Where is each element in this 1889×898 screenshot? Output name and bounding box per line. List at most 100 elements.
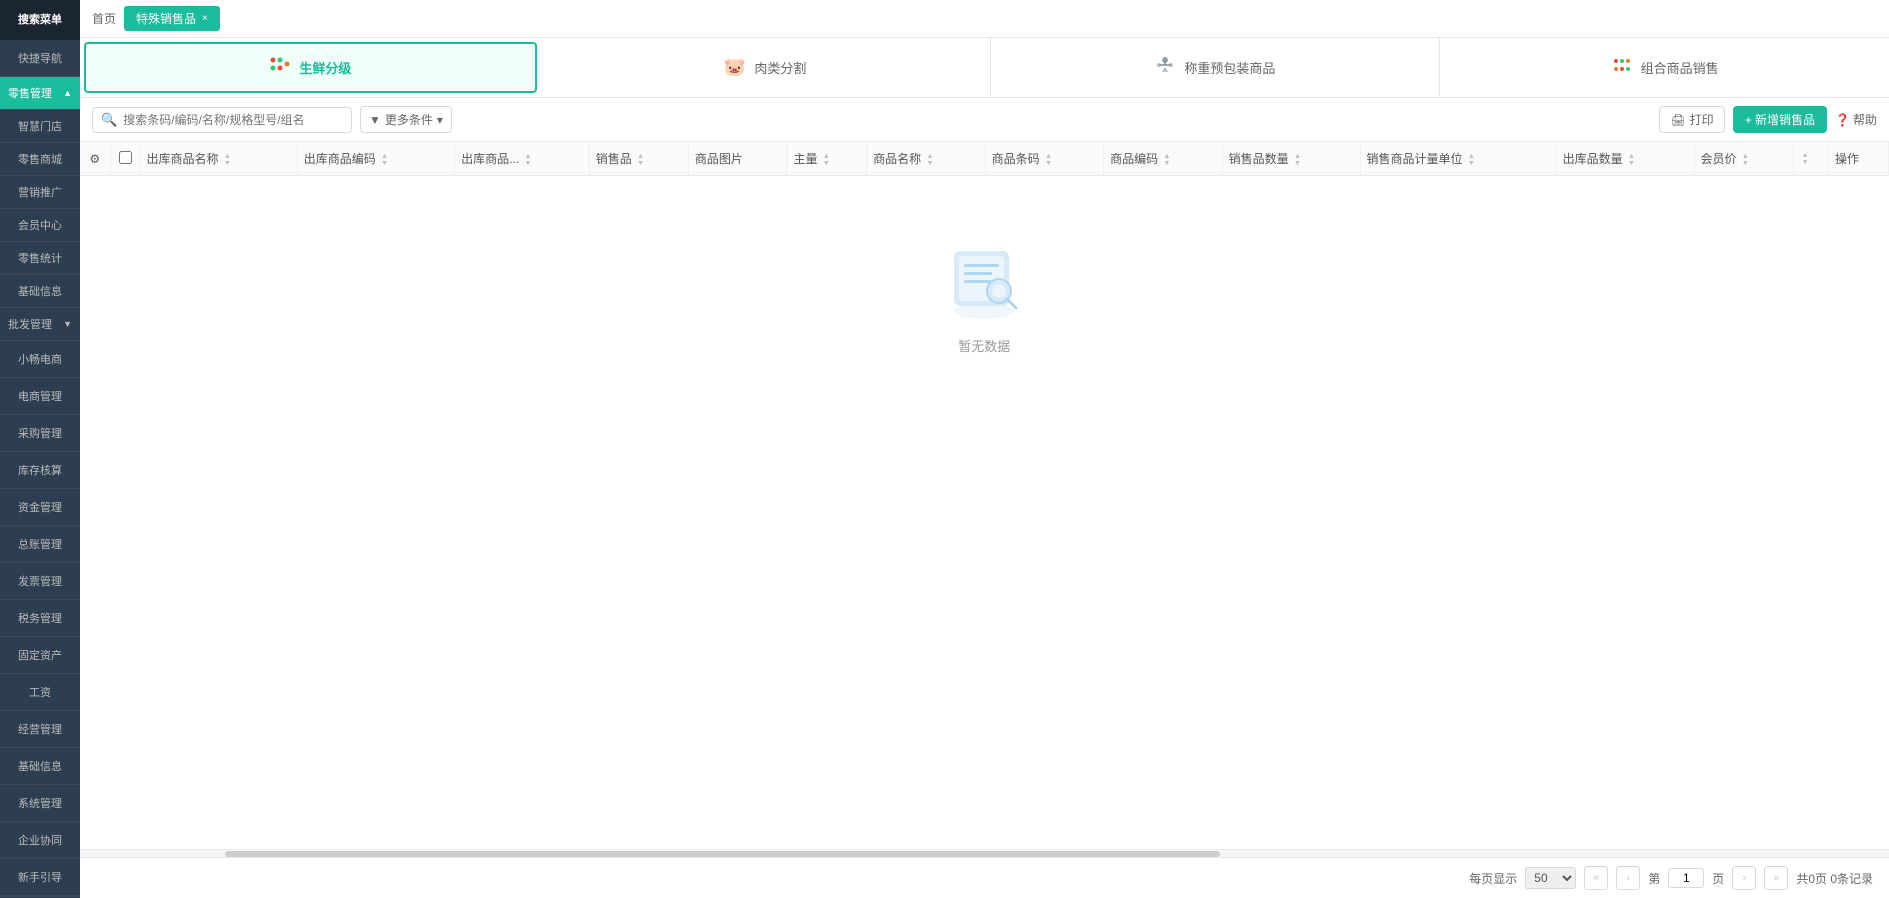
column-gear[interactable]: ⚙ xyxy=(80,142,110,176)
column-extra[interactable]: ▲▼ xyxy=(1793,142,1828,176)
chevron-down-icon: ▼ xyxy=(63,319,72,329)
search-icon: 🔍 xyxy=(101,112,117,128)
sidebar-sub-shangcheng[interactable]: 零售商城 xyxy=(0,143,80,176)
scrollbar-thumb[interactable] xyxy=(225,851,1220,857)
sidebar-item-label: 库存核算 xyxy=(18,462,62,478)
sidebar-sub-zhihui[interactable]: 智慧门店 xyxy=(0,110,80,143)
cat-tab-zuhe[interactable]: 组合商品销售 xyxy=(1440,38,1889,97)
help-icon: ❓ xyxy=(1835,113,1850,127)
sidebar-item-label: 新手引导 xyxy=(18,869,62,885)
toolbar-right: 🖨 打印 + 新增销售品 ❓ 帮助 xyxy=(1659,106,1877,133)
sidebar-item-xitong[interactable]: 系统管理 xyxy=(0,785,80,822)
column-main-qty[interactable]: 主量 ▲▼ xyxy=(787,142,867,176)
sidebar-item-dianshang-mgmt[interactable]: 电商管理 xyxy=(0,378,80,415)
cat-tab-chengzhong[interactable]: 称重预包装商品 xyxy=(991,38,1441,97)
column-unit[interactable]: 销售商品计量单位 ▲▼ xyxy=(1360,142,1556,176)
sidebar-item-label: 税务管理 xyxy=(18,610,62,626)
sidebar-item-label: 快捷导航 xyxy=(18,50,62,66)
sidebar-sub-yingxiao[interactable]: 营销推广 xyxy=(0,176,80,209)
page-unit: 页 xyxy=(1712,870,1724,887)
empty-text: 暂无数据 xyxy=(958,336,1010,355)
column-warehouse-item[interactable]: 出库商品... ▲▼ xyxy=(455,142,590,176)
sidebar-item-fapiao[interactable]: 发票管理 xyxy=(0,563,80,600)
cat-tab-shengxian[interactable]: 生鲜分级 xyxy=(84,42,537,93)
column-image: 商品图片 xyxy=(688,142,787,176)
close-tab-icon[interactable]: × xyxy=(202,13,208,24)
filter-button[interactable]: ▼ 更多条件 ▾ xyxy=(360,106,452,133)
print-button[interactable]: 🖨 打印 xyxy=(1659,106,1724,133)
new-sale-button[interactable]: + 新增销售品 xyxy=(1733,106,1827,133)
sidebar-item-label: 采购管理 xyxy=(18,425,62,441)
sidebar-item-kuaijie[interactable]: 快捷导航 xyxy=(0,40,80,77)
column-barcode[interactable]: 商品条码 ▲▼ xyxy=(985,142,1103,176)
sidebar-item-lingshou[interactable]: 零售管理 ▲ xyxy=(0,77,80,110)
sidebar-item-zongzhang[interactable]: 总账管理 xyxy=(0,526,80,563)
home-breadcrumb[interactable]: 首页 xyxy=(92,10,116,27)
column-sale-qty[interactable]: 销售品数量 ▲▼ xyxy=(1222,142,1360,176)
sort-icon: ▲▼ xyxy=(1742,153,1749,167)
toolbar: 🔍 ▼ 更多条件 ▾ 🖨 打印 + 新增销售品 ❓ 帮助 xyxy=(80,98,1889,142)
tab-label: 特殊销售品 xyxy=(136,10,196,27)
first-page-button[interactable]: « xyxy=(1584,866,1608,890)
sidebar-sub-tongji[interactable]: 零售统计 xyxy=(0,242,80,275)
data-table: ⚙ 出库商品名称 ▲▼ 出库商品编码 ▲▼ 出库商品... ▲▼ xyxy=(80,142,1889,415)
sidebar-sub-huiyuan[interactable]: 会员中心 xyxy=(0,209,80,242)
sidebar-item-label: 小畅电商 xyxy=(18,351,62,367)
sidebar-item-label: 系统管理 xyxy=(18,795,62,811)
sort-icon: ▲▼ xyxy=(381,153,388,167)
sidebar-item-kucun[interactable]: 库存核算 xyxy=(0,452,80,489)
per-page-select[interactable]: 50 10 20 100 xyxy=(1525,867,1576,889)
sidebar-sub-jichu1[interactable]: 基础信息 xyxy=(0,275,80,308)
prev-page-button[interactable]: ‹ xyxy=(1616,866,1640,890)
sidebar-item-caigou[interactable]: 采购管理 xyxy=(0,415,80,452)
sidebar-item-jingying[interactable]: 经营管理 xyxy=(0,711,80,748)
search-box[interactable]: 🔍 xyxy=(92,107,352,133)
last-page-button[interactable]: » xyxy=(1764,866,1788,890)
sidebar-sub-label: 营销推广 xyxy=(18,187,62,199)
column-warehouse-code[interactable]: 出库商品编码 ▲▼ xyxy=(297,142,454,176)
table-body: 暂无数据 xyxy=(80,176,1889,416)
active-tab[interactable]: 特殊销售品 × xyxy=(124,6,220,31)
column-sale-item[interactable]: 销售品 ▲▼ xyxy=(589,142,688,176)
next-page-button[interactable]: › xyxy=(1732,866,1756,890)
total-info: 共0页 0条记录 xyxy=(1796,870,1873,887)
sidebar-item-label: 总账管理 xyxy=(18,536,62,552)
sidebar-item-xiaodian[interactable]: 小畅电商 xyxy=(0,341,80,378)
cat-tab-roulei[interactable]: 🐷 肉类分割 xyxy=(541,38,991,97)
cat-tab-label: 称重预包装商品 xyxy=(1184,58,1275,77)
column-out-qty[interactable]: 出库品数量 ▲▼ xyxy=(1556,142,1694,176)
sidebar-item-label: 零售管理 xyxy=(8,85,52,101)
sidebar-sub-label: 智慧门店 xyxy=(18,121,62,133)
sidebar-item-pifa[interactable]: 批发管理 ▼ xyxy=(0,308,80,341)
filter-icon: ▼ xyxy=(369,113,381,127)
sidebar-logo[interactable]: 搜索菜单 xyxy=(0,0,80,40)
sidebar-item-jichu2[interactable]: 基础信息 xyxy=(0,748,80,785)
sidebar-item-zijin[interactable]: 资金管理 xyxy=(0,489,80,526)
empty-illustration xyxy=(934,236,1034,326)
sidebar-sub-label: 基础信息 xyxy=(18,286,62,298)
select-all-checkbox[interactable] xyxy=(119,151,132,164)
sidebar-item-xinshou[interactable]: 新手引导 xyxy=(0,859,80,896)
search-input[interactable] xyxy=(123,113,343,127)
column-actions: 操作 xyxy=(1829,142,1889,176)
column-warehouse-name[interactable]: 出库商品名称 ▲▼ xyxy=(140,142,297,176)
page-number-input[interactable] xyxy=(1668,868,1704,888)
column-checkbox[interactable] xyxy=(110,142,140,176)
sidebar-item-shuiwu[interactable]: 税务管理 xyxy=(0,600,80,637)
sidebar-sub-label: 零售统计 xyxy=(18,253,62,265)
sidebar-item-gongzi[interactable]: 工资 xyxy=(0,674,80,711)
column-member-price[interactable]: 会员价 ▲▼ xyxy=(1694,142,1793,176)
combo-icon xyxy=(1611,56,1633,79)
column-goods-name[interactable]: 商品名称 ▲▼ xyxy=(867,142,985,176)
sort-icon: ▲▼ xyxy=(1628,153,1635,167)
sidebar-item-qiye[interactable]: 企业协同 xyxy=(0,822,80,859)
sort-icon: ▲▼ xyxy=(1802,152,1809,166)
page-label: 第 xyxy=(1648,870,1660,887)
help-button[interactable]: ❓ 帮助 xyxy=(1835,111,1877,128)
sidebar-item-gudingzichan[interactable]: 固定资产 xyxy=(0,637,80,674)
horizontal-scrollbar[interactable] xyxy=(80,849,1889,857)
shengxian-icon xyxy=(269,56,291,79)
empty-state: 暂无数据 xyxy=(80,176,1889,415)
column-goods-code[interactable]: 商品编码 ▲▼ xyxy=(1104,142,1222,176)
sort-icon: ▲▼ xyxy=(1468,153,1475,167)
